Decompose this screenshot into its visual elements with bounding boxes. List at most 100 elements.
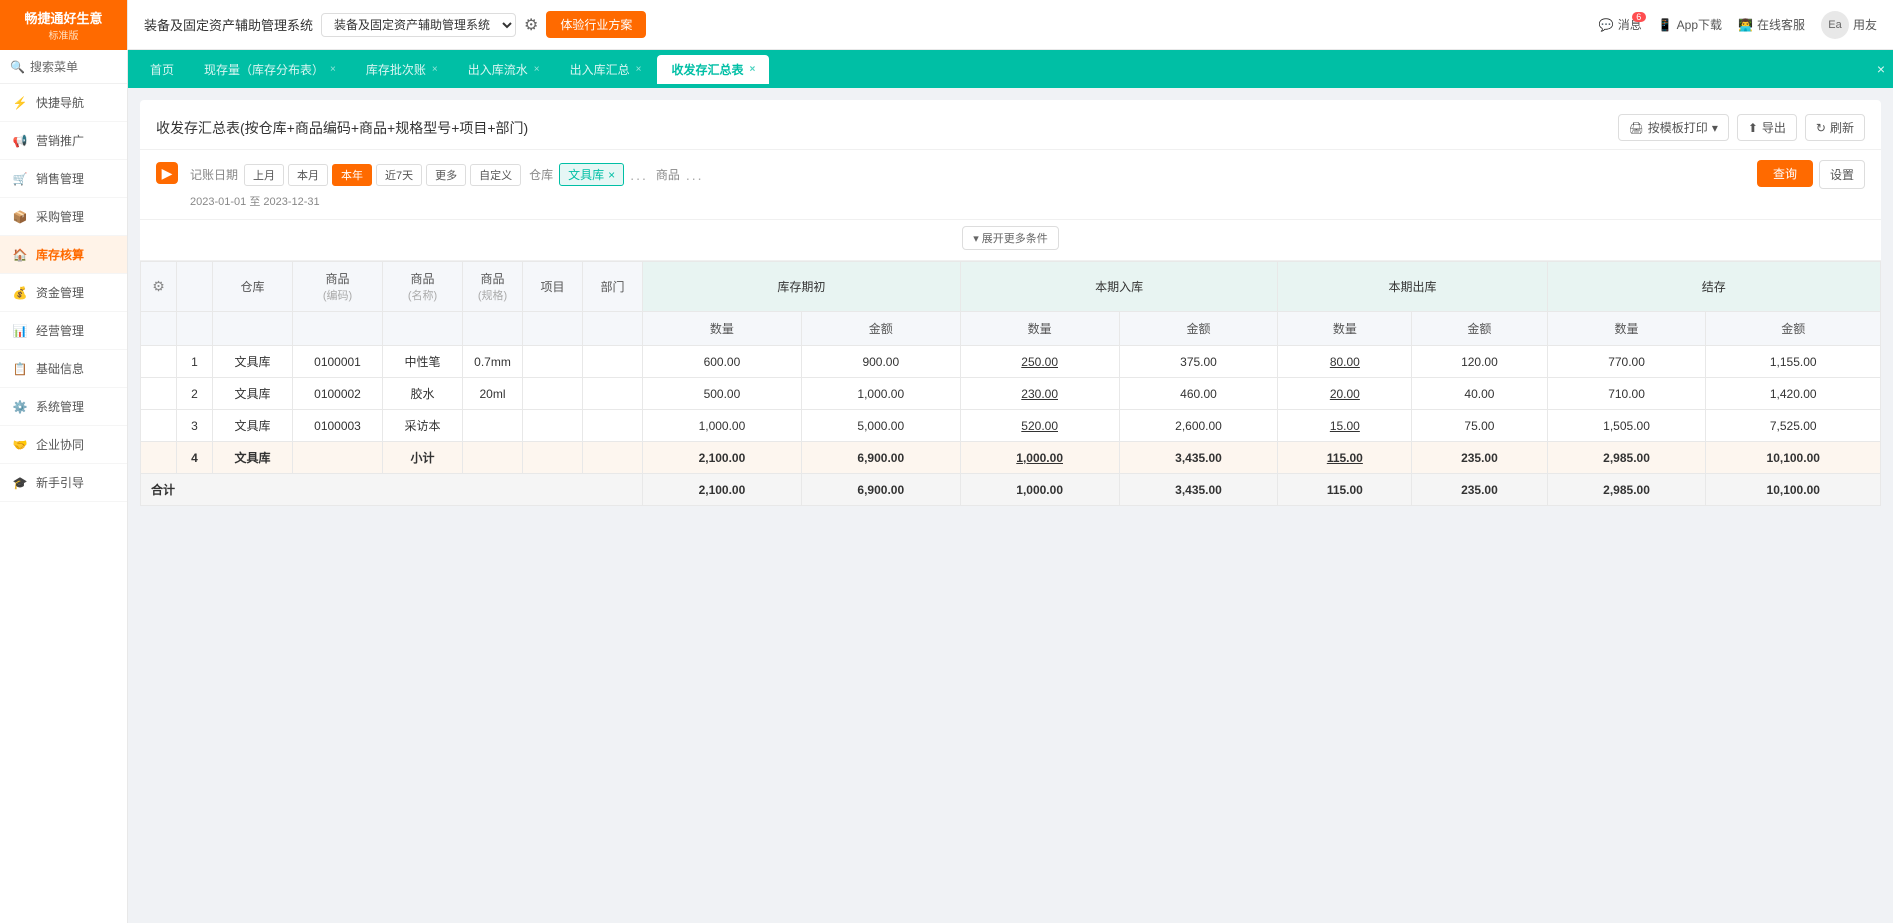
date-btn-last-month[interactable]: 上月 xyxy=(244,164,284,186)
tab-send-summary[interactable]: 收发存汇总表 × xyxy=(657,55,769,84)
cell-close-qty: 1,505.00 xyxy=(1547,410,1706,442)
cell-out-qty[interactable]: 15.00 xyxy=(1278,410,1412,442)
gear-icon[interactable]: ⚙ xyxy=(524,15,538,35)
tab-inventory-dist-close[interactable]: × xyxy=(330,64,336,75)
total-open-qty: 2,100.00 xyxy=(643,474,802,506)
cell-settings xyxy=(141,442,177,474)
sidebar-item-inventory[interactable]: 🏠 库存核算 xyxy=(0,236,127,274)
cell-no: 3 xyxy=(177,410,213,442)
tab-summary[interactable]: 出入库汇总 × xyxy=(556,55,656,84)
cell-in-qty[interactable]: 250.00 xyxy=(960,346,1119,378)
sidebar-item-guide[interactable]: 🎓 新手引导 xyxy=(0,464,127,502)
cell-out-qty-link[interactable]: 20.00 xyxy=(1330,387,1360,401)
tab-home[interactable]: 首页 xyxy=(136,55,188,84)
message-button[interactable]: 💬 消息 6 xyxy=(1599,16,1642,33)
date-btn-custom[interactable]: 自定义 xyxy=(470,164,521,186)
sidebar-item-system[interactable]: ⚙️ 系统管理 xyxy=(0,388,127,426)
tab-send-summary-label: 收发存汇总表 xyxy=(671,61,743,78)
print-button[interactable]: 🖨 按模板打印 ▾ xyxy=(1618,114,1729,141)
th-opening: 库存期初 xyxy=(643,262,961,312)
sidebar-item-purchase[interactable]: 📦 采购管理 xyxy=(0,198,127,236)
cell-out-amt: 120.00 xyxy=(1412,346,1547,378)
sidebar-item-marketing[interactable]: 📢 营销推广 xyxy=(0,122,127,160)
sidebar-item-quick-nav[interactable]: ⚡ 快捷导航 xyxy=(0,84,127,122)
cell-in-qty[interactable]: 520.00 xyxy=(960,410,1119,442)
total-open-amt: 6,900.00 xyxy=(801,474,960,506)
settings-button[interactable]: 设置 xyxy=(1819,160,1865,189)
support-button[interactable]: 👨‍💻 在线客服 xyxy=(1738,16,1805,33)
page-actions: 🖨 按模板打印 ▾ ⬆ 导出 ↻ 刷新 xyxy=(1618,114,1865,141)
refresh-button[interactable]: ↻ 刷新 xyxy=(1805,114,1865,141)
inventory-icon: 🏠 xyxy=(12,247,28,263)
date-btn-this-year[interactable]: 本年 xyxy=(332,164,372,186)
sidebar-item-finance[interactable]: 💰 资金管理 xyxy=(0,274,127,312)
th-in-qty: 数量 xyxy=(960,312,1119,346)
cell-out-qty-link[interactable]: 80.00 xyxy=(1330,355,1360,369)
cell-in-qty[interactable]: 1,000.00 xyxy=(960,442,1119,474)
date-btn-this-month[interactable]: 本月 xyxy=(288,164,328,186)
system-icon: ⚙️ xyxy=(12,399,28,415)
expand-icon: ▾ xyxy=(973,232,979,245)
tab-summary-close[interactable]: × xyxy=(636,64,642,75)
support-label: 在线客服 xyxy=(1757,16,1805,33)
cell-open-amt: 900.00 xyxy=(801,346,960,378)
cell-open-qty: 600.00 xyxy=(643,346,802,378)
tab-flow-close[interactable]: × xyxy=(534,64,540,75)
cell-in-qty-link[interactable]: 520.00 xyxy=(1021,419,1058,433)
cell-out-qty-link[interactable]: 15.00 xyxy=(1330,419,1360,433)
tab-send-summary-close[interactable]: × xyxy=(749,64,755,75)
sidebar-item-operations[interactable]: 📊 经营管理 xyxy=(0,312,127,350)
sidebar-logo[interactable]: 畅捷通好生意 标准版 xyxy=(0,0,127,50)
date-btn-7days[interactable]: 近7天 xyxy=(376,164,422,186)
date-btn-more[interactable]: 更多 xyxy=(426,164,466,186)
main-content: 装备及固定资产辅助管理系统 装备及固定资产辅助管理系统 ⚙ 体验行业方案 💬 消… xyxy=(128,0,1893,923)
th-sub-no xyxy=(177,312,213,346)
cell-out-qty[interactable]: 80.00 xyxy=(1278,346,1412,378)
cell-in-qty-link[interactable]: 250.00 xyxy=(1021,355,1058,369)
filter-area: ▶ 记账日期 上月 本月 本年 近7天 更多 自定义 xyxy=(140,150,1881,220)
cell-close-qty: 2,985.00 xyxy=(1547,442,1706,474)
filter-toggle-button[interactable]: ▶ xyxy=(156,162,178,184)
warehouse-tag-remove[interactable]: × xyxy=(608,168,615,182)
sidebar-item-basic[interactable]: 📋 基础信息 xyxy=(0,350,127,388)
sidebar-search[interactable]: 🔍 搜索菜单 xyxy=(0,50,127,84)
cell-in-qty[interactable]: 230.00 xyxy=(960,378,1119,410)
system-select[interactable]: 装备及固定资产辅助管理系统 xyxy=(321,13,516,37)
cell-out-qty[interactable]: 20.00 xyxy=(1278,378,1412,410)
cell-open-qty: 1,000.00 xyxy=(643,410,802,442)
cell-spec xyxy=(463,410,523,442)
expand-button[interactable]: ▾ 展开更多条件 xyxy=(962,226,1059,250)
cell-out-qty[interactable]: 115.00 xyxy=(1278,442,1412,474)
goods-filter-dots[interactable]: ... xyxy=(686,167,704,183)
sidebar-item-sales[interactable]: 🛒 销售管理 xyxy=(0,160,127,198)
filter-row-1: 记账日期 上月 本月 本年 近7天 更多 自定义 仓库 xyxy=(190,160,1865,189)
cell-settings xyxy=(141,346,177,378)
tab-batch-close[interactable]: × xyxy=(432,64,438,75)
tab-batch[interactable]: 库存批次账 × xyxy=(352,55,452,84)
table-row: 1文具库0100001中性笔0.7mm600.00900.00250.00375… xyxy=(141,346,1881,378)
app-download-button[interactable]: 📱 App下载 xyxy=(1658,16,1722,33)
cell-in-qty-link[interactable]: 230.00 xyxy=(1021,387,1058,401)
goods-filter-group: 商品 ... xyxy=(656,166,704,183)
cell-in-qty-link[interactable]: 1,000.00 xyxy=(1016,451,1063,465)
tab-inventory-dist[interactable]: 现存量（库存分布表） × xyxy=(190,55,350,84)
table-settings-icon[interactable]: ⚙ xyxy=(152,278,165,294)
logo-main: 畅捷通好生意 xyxy=(24,8,102,27)
sidebar-item-enterprise[interactable]: 🤝 企业协同 xyxy=(0,426,127,464)
tab-flow[interactable]: 出入库流水 × xyxy=(454,55,554,84)
cell-out-qty-link[interactable]: 115.00 xyxy=(1327,451,1363,465)
export-button[interactable]: ⬆ 导出 xyxy=(1737,114,1797,141)
query-button[interactable]: 查询 xyxy=(1757,160,1813,187)
cell-project xyxy=(523,378,583,410)
tabs-close-all[interactable]: × xyxy=(1877,61,1885,77)
cell-dept xyxy=(583,346,643,378)
data-table: ⚙ 仓库 商品(编码) 商品(名称) 商品(规格) 项目 部门 库存期初 本期入… xyxy=(140,261,1881,506)
cell-no: 1 xyxy=(177,346,213,378)
user-area[interactable]: Ea 用友 xyxy=(1821,11,1877,39)
trial-button[interactable]: 体验行业方案 xyxy=(546,11,646,38)
th-project: 项目 xyxy=(523,262,583,312)
th-inbound: 本期入库 xyxy=(960,262,1278,312)
cell-code xyxy=(293,442,383,474)
cell-project xyxy=(523,346,583,378)
warehouse-filter-dots[interactable]: ... xyxy=(630,167,648,183)
